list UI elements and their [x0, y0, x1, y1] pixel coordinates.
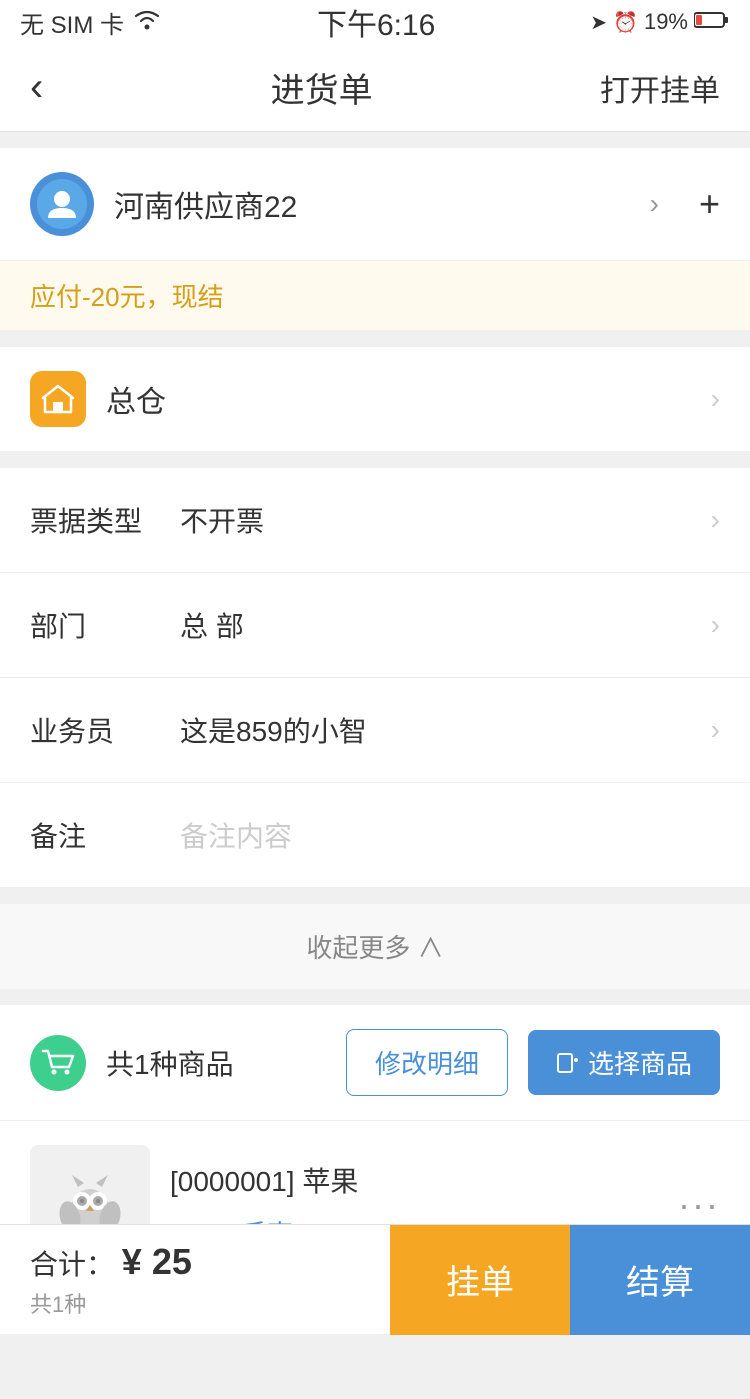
product-title: 苹果 [302, 1166, 358, 1197]
form-row-invoice[interactable]: 票据类型 不开票 › [0, 468, 750, 573]
remark-label: 备注 [30, 815, 170, 855]
wifi-icon [132, 8, 162, 37]
salesperson-label: 业务员 [30, 710, 170, 750]
house-icon [41, 384, 75, 414]
supplier-info-badge: 应付-20元，现结 [0, 261, 750, 331]
total-count: 共1种 [30, 1287, 360, 1319]
salesperson-value: 这是859的小智 [170, 710, 711, 750]
open-pending-button[interactable]: 打开挂单 [600, 66, 720, 110]
invoice-label: 票据类型 [30, 500, 170, 540]
warehouse-section: 总仓 › [0, 347, 750, 452]
page-title: 进货单 [271, 63, 373, 112]
supplier-chevron-icon: › [650, 188, 659, 220]
add-supplier-button[interactable]: + [699, 183, 720, 225]
battery-icon [694, 9, 730, 35]
cart-icon [41, 1049, 75, 1077]
collapse-row[interactable]: 收起更多 ∧ [0, 904, 750, 989]
suspend-button[interactable]: 挂单 [390, 1225, 570, 1335]
back-button[interactable]: ‹ [30, 65, 43, 110]
select-product-icon [556, 1052, 580, 1074]
bottom-bar: 合计： ¥ 25 共1种 挂单 结算 [0, 1224, 750, 1334]
form-row-remark[interactable]: 备注 备注内容 [0, 783, 750, 888]
gap1 [0, 132, 750, 148]
person-icon [44, 186, 80, 222]
supplier-avatar [30, 172, 94, 236]
warehouse-row[interactable]: 总仓 › [0, 347, 750, 452]
nav-bar: ‹ 进货单 打开挂单 [0, 44, 750, 132]
collapse-label: 收起更多 ∧ [306, 933, 443, 963]
warehouse-name: 总仓 [106, 377, 711, 421]
department-label: 部门 [30, 605, 170, 645]
form-section: 票据类型 不开票 › 部门 总 部 › 业务员 这是859的小智 › 备注 备注… [0, 468, 750, 888]
battery-percent: 19% [644, 9, 688, 35]
remark-value: 备注内容 [170, 815, 720, 855]
products-header: 共1种商品 修改明细 选择商品 [0, 1005, 750, 1121]
total-area: 合计： ¥ 25 共1种 [0, 1241, 390, 1319]
form-row-salesperson[interactable]: 业务员 这是859的小智 › [0, 678, 750, 783]
warehouse-icon [30, 371, 86, 427]
product-code: [0000001] [170, 1166, 302, 1197]
department-value: 总 部 [170, 605, 711, 645]
warehouse-chevron-icon: › [711, 383, 720, 415]
salesperson-chevron-icon: › [711, 714, 720, 746]
edit-detail-button[interactable]: 修改明细 [346, 1029, 508, 1096]
products-icon [30, 1035, 86, 1091]
alarm-icon: ⏰ [613, 10, 638, 35]
total-amount: ¥ 25 [122, 1241, 192, 1282]
supplier-section: 河南供应商22 › + 应付-20元，现结 [0, 148, 750, 331]
select-product-label: 选择商品 [588, 1044, 692, 1081]
supplier-row[interactable]: 河南供应商22 › + [0, 148, 750, 261]
product-name: [0000001] 苹果 [170, 1160, 658, 1200]
status-bar: 无 SIM 卡 下午6:16 ➤ ⏰ 19% [0, 0, 750, 44]
select-product-button[interactable]: 选择商品 [528, 1030, 720, 1095]
products-count: 共1种商品 [106, 1043, 326, 1083]
invoice-value: 不开票 [170, 500, 711, 540]
total-line: 合计： ¥ 25 [30, 1241, 360, 1283]
status-right: ➤ ⏰ 19% [590, 9, 730, 35]
invoice-chevron-icon: › [711, 504, 720, 536]
checkout-button[interactable]: 结算 [570, 1225, 750, 1335]
total-label: 合计： [30, 1249, 114, 1280]
gap2 [0, 331, 750, 347]
form-row-department[interactable]: 部门 总 部 › [0, 573, 750, 678]
supplier-name: 河南供应商22 [114, 182, 650, 226]
carrier-text: 无 SIM 卡 [20, 5, 124, 40]
product-more-button[interactable]: ··· [678, 1184, 720, 1226]
status-time: 下午6:16 [317, 0, 435, 44]
status-left: 无 SIM 卡 [20, 5, 162, 40]
department-chevron-icon: › [711, 609, 720, 641]
location-icon: ➤ [590, 10, 607, 35]
